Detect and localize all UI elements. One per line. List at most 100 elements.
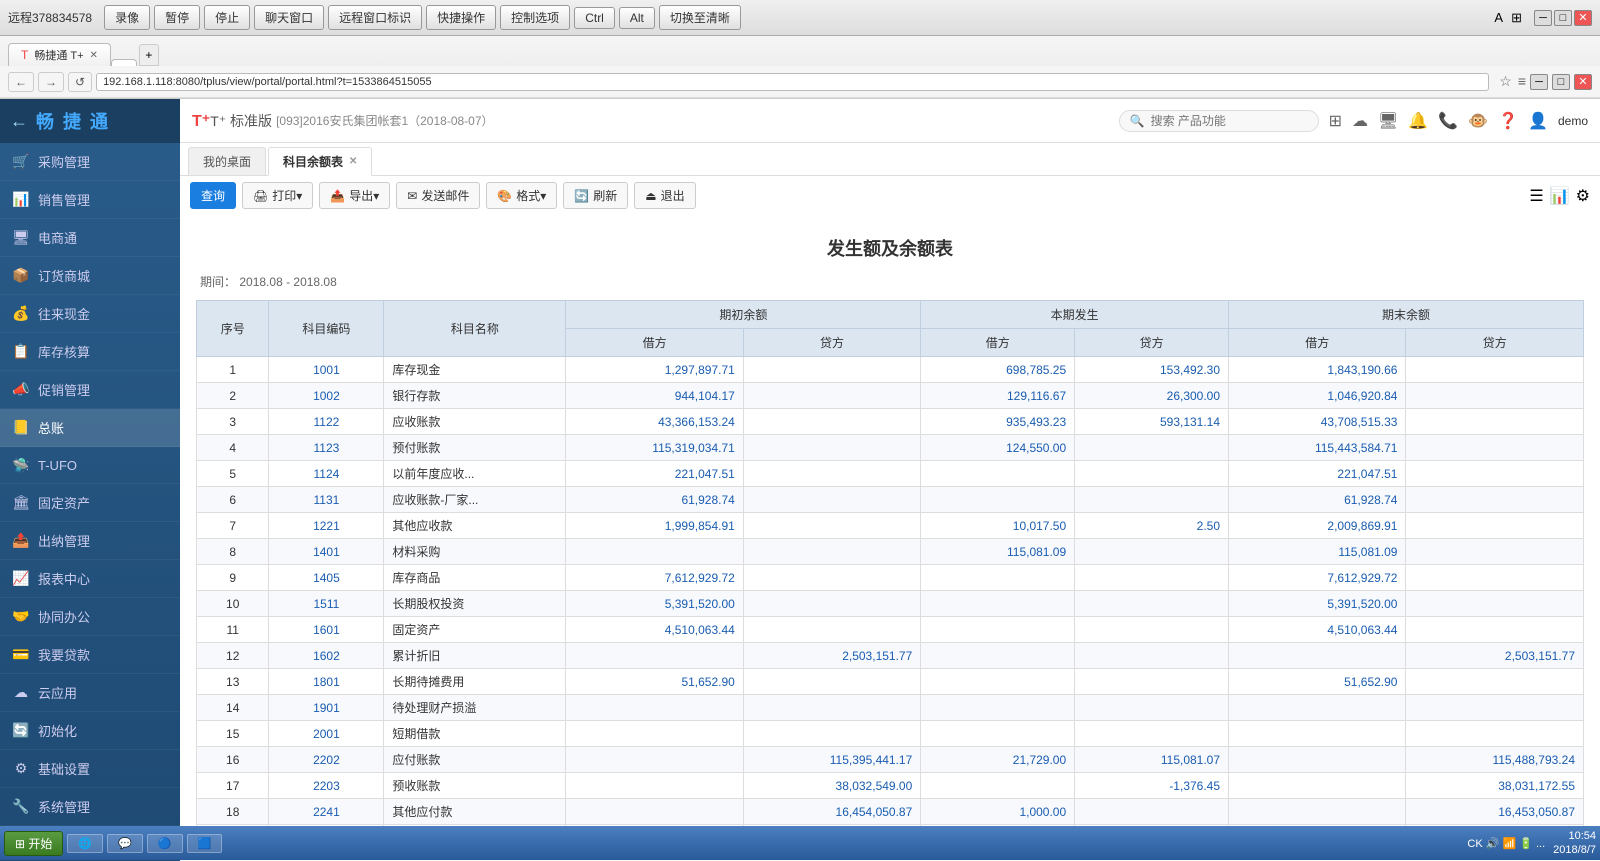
table-area[interactable]: 发生额及余额表 期间： 2018.08 - 2018.08 序号 科目编码 科目… (180, 215, 1600, 828)
username-text[interactable]: demo (1558, 114, 1588, 128)
menu-icon[interactable]: ≡ (1518, 73, 1526, 90)
tab-dashboard[interactable]: 我的桌面 (188, 147, 266, 175)
sidebar-item-collab[interactable]: 🤝 协同办公 (0, 598, 180, 636)
sidebar-item-sales[interactable]: 📊 销售管理 (0, 181, 180, 219)
browser-close[interactable]: ✕ (1574, 74, 1592, 90)
exit-button[interactable]: ⏏ 退出 (634, 182, 695, 209)
cell-end-c (1406, 617, 1584, 643)
cell-name: 长期股权投资 (384, 591, 566, 617)
tab-subject-balance[interactable]: 科目余额表 ✕ (268, 147, 372, 176)
cell-cur-d: 124,550.00 (921, 435, 1075, 461)
sidebar-label-cloud: 云应用 (38, 683, 77, 702)
format-button[interactable]: 🎨 格式▾ (486, 182, 557, 209)
phone-icon[interactable]: 📞 (1438, 111, 1458, 131)
cell-name: 以前年度应收... (384, 461, 566, 487)
sidebar-item-loan[interactable]: 💳 我要贷款 (0, 636, 180, 674)
grid-icon[interactable]: ⊞ (1511, 10, 1522, 26)
taskbar-app1[interactable]: 🔵 (147, 834, 183, 853)
remote-btn-clear[interactable]: 切换至清晰 (659, 5, 741, 30)
sidebar-item-inventory[interactable]: 📋 库存核算 (0, 333, 180, 371)
content-area: T⁺ T⁺ 标准版 [093]2016安氏集团帐套1（2018-08-07） 🔍… (180, 99, 1600, 861)
print-button[interactable]: 🖨 打印▾ (242, 182, 313, 209)
notification-icon[interactable]: 🔔 (1408, 111, 1428, 131)
cell-cur-c: 26,300.00 (1075, 383, 1229, 409)
refresh-button[interactable]: 🔄 刷新 (563, 182, 628, 209)
email-button[interactable]: ✉ 发送邮件 (396, 182, 480, 209)
cell-seq: 1 (197, 357, 269, 383)
sidebar-item-cashflow[interactable]: 💰 往来现金 (0, 295, 180, 333)
sidebar-item-cashier[interactable]: 📤 出纳管理 (0, 522, 180, 560)
cell-open-d: 944,104.17 (566, 383, 743, 409)
screen-icon[interactable]: 🖥 (1378, 111, 1398, 131)
cell-open-c (743, 669, 920, 695)
sidebar-item-ledger[interactable]: 📒 总账 (0, 409, 180, 447)
browser-minimize[interactable]: ─ (1530, 74, 1548, 90)
new-tab-button[interactable]: + (139, 44, 159, 66)
browser-tab-tplus[interactable]: T 畅捷通 T+ ✕ (8, 43, 111, 66)
monkey-icon[interactable]: 🐵 (1468, 111, 1488, 131)
nav-back[interactable]: ← (8, 72, 34, 92)
remote-btn-shortcut[interactable]: 快捷操作 (426, 5, 496, 30)
user-icon[interactable]: 👤 (1528, 111, 1548, 131)
query-button[interactable]: 查询 (190, 182, 236, 209)
table-row: 14 1901 待处理财产损溢 (197, 695, 1584, 721)
remote-btn-ctrl[interactable]: Ctrl (574, 7, 615, 29)
bookmark-icon[interactable]: ☆ (1499, 73, 1512, 90)
remote-btn-record[interactable]: 录像 (104, 5, 150, 30)
chart-view-icon[interactable]: 📊 (1550, 186, 1570, 206)
search-input[interactable] (1151, 114, 1308, 128)
window-maximize[interactable]: □ (1554, 10, 1572, 26)
sidebar-item-ecommerce[interactable]: 🖥 电商通 (0, 219, 180, 257)
sidebar-item-basic-settings[interactable]: ⚙ 基础设置 (0, 750, 180, 788)
taskbar-ie[interactable]: 🌐 (67, 834, 103, 853)
cell-code: 1511 (269, 591, 384, 617)
help-icon[interactable]: ❓ (1498, 111, 1518, 131)
col-current-credit: 贷方 (1075, 329, 1229, 357)
taskbar-wechat[interactable]: 💬 (107, 834, 143, 853)
exit-icon: ⏏ (645, 189, 656, 203)
nav-refresh[interactable]: ↺ (68, 72, 92, 92)
clock: 10:54 2018/8/7 (1553, 829, 1596, 858)
sidebar-item-tufo[interactable]: 🛸 T-UFO (0, 447, 180, 484)
layout-icon[interactable]: ⊞ (1329, 111, 1342, 131)
cell-seq: 10 (197, 591, 269, 617)
remote-btn-chat[interactable]: 聊天窗口 (254, 5, 324, 30)
browser-tab-close-1[interactable]: ✕ (90, 50, 98, 61)
export-button[interactable]: 📤 导出▾ (319, 182, 390, 209)
remote-btn-stop[interactable]: 停止 (204, 5, 250, 30)
sidebar-item-ordering[interactable]: 📦 订货商城 (0, 257, 180, 295)
taskbar-app2[interactable]: 🟦 (187, 834, 223, 853)
sidebar-toggle[interactable]: ← (10, 111, 28, 132)
tab-close-subject-balance[interactable]: ✕ (349, 156, 357, 167)
sidebar-item-cloud[interactable]: ☁ 云应用 (0, 674, 180, 712)
remote-btn-pause[interactable]: 暂停 (154, 5, 200, 30)
sidebar-item-init[interactable]: 🔄 初始化 (0, 712, 180, 750)
nav-forward[interactable]: → (38, 72, 64, 92)
header-icons: ⊞ ☁ 🖥 🔔 📞 🐵 ❓ 👤 demo (1329, 111, 1588, 131)
remote-btn-alt[interactable]: Alt (619, 7, 655, 29)
sidebar-item-promo[interactable]: 📣 促销管理 (0, 371, 180, 409)
cell-name: 累计折旧 (384, 643, 566, 669)
sidebar-label-assets: 固定资产 (38, 493, 90, 512)
cell-open-c (743, 461, 920, 487)
sidebar-item-procurement[interactable]: 🛒 采购管理 (0, 143, 180, 181)
address-bar[interactable] (96, 73, 1489, 91)
sidebar-item-reports[interactable]: 📈 报表中心 (0, 560, 180, 598)
sidebar-item-assets[interactable]: 🏛 固定资产 (0, 484, 180, 522)
cell-code: 1131 (269, 487, 384, 513)
cell-cur-c: 2.50 (1075, 513, 1229, 539)
remote-btn-window-id[interactable]: 远程窗口标识 (328, 5, 422, 30)
cloud-sync-icon[interactable]: ☁ (1352, 111, 1368, 131)
tab-subject-balance-label: 科目余额表 (283, 153, 343, 170)
start-button[interactable]: ⊞ 开始 (4, 831, 63, 856)
remote-btn-control[interactable]: 控制选项 (500, 5, 570, 30)
sidebar-item-system[interactable]: 🔧 系统管理 (0, 788, 180, 826)
cell-end-c: 16,453,050.87 (1406, 799, 1584, 825)
settings-view-icon[interactable]: ⚙ (1576, 186, 1590, 206)
window-minimize[interactable]: ─ (1534, 10, 1552, 26)
browser-tab-active[interactable] (111, 59, 137, 66)
font-icon[interactable]: A (1494, 10, 1503, 26)
list-view-icon[interactable]: ☰ (1529, 186, 1543, 206)
window-close[interactable]: ✕ (1574, 10, 1592, 26)
browser-maximize[interactable]: □ (1552, 74, 1570, 90)
